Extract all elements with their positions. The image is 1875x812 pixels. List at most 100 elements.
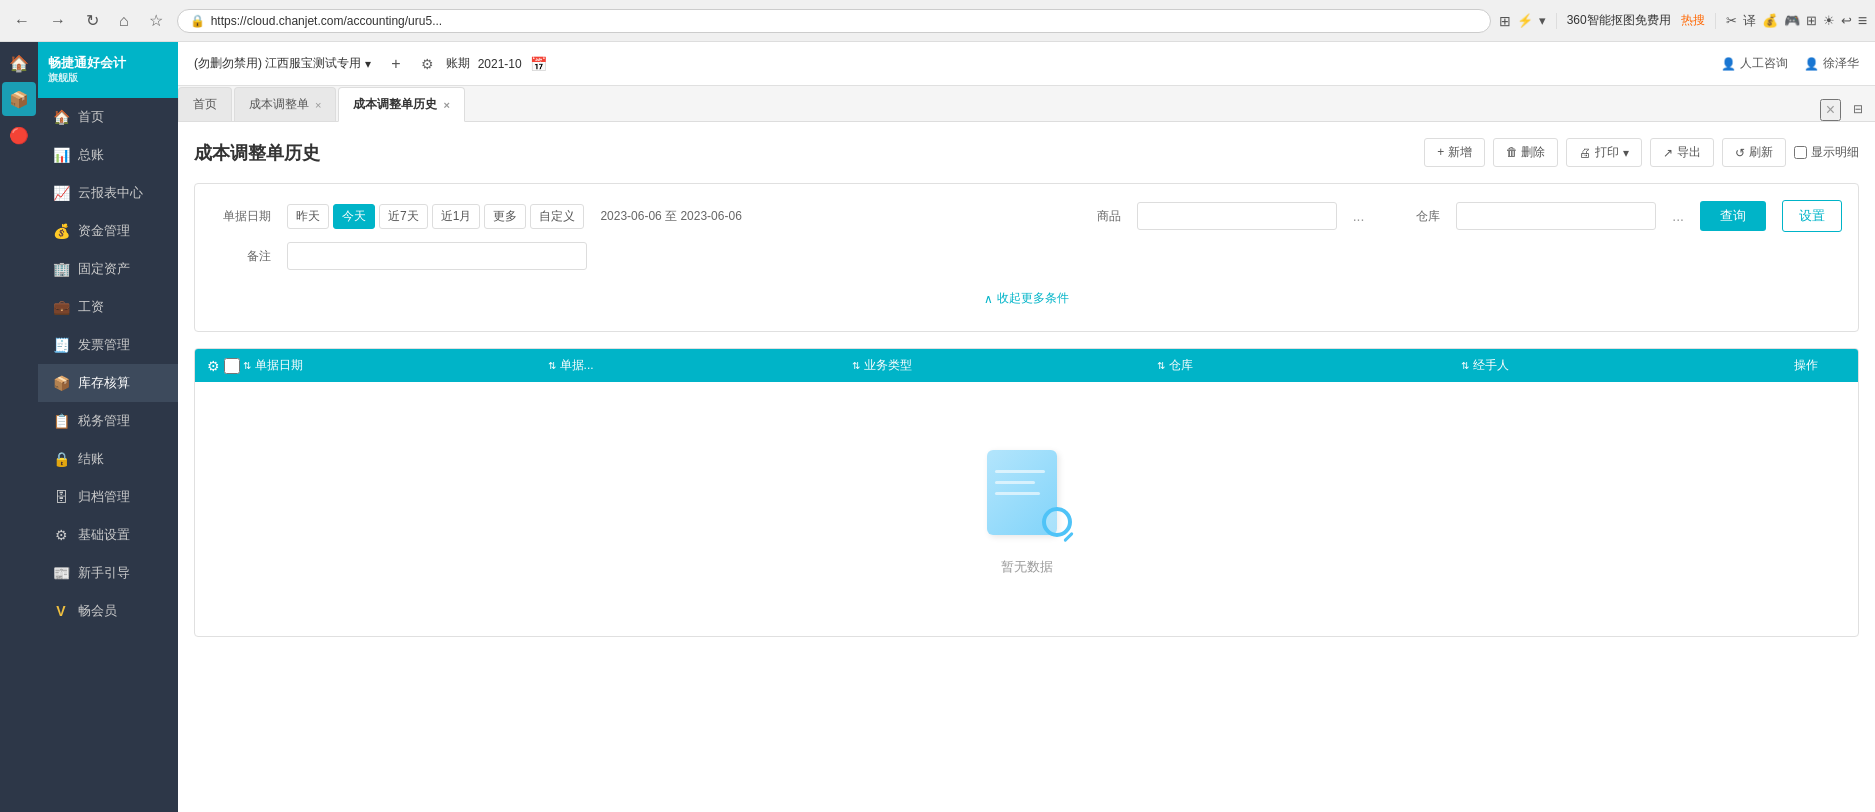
refresh-button[interactable]: ↺ 刷新 (1722, 138, 1786, 167)
scissors-icon[interactable]: ✂ (1726, 13, 1737, 28)
add-tab-button[interactable]: + (383, 53, 408, 75)
translate-icon[interactable]: 译 (1743, 12, 1756, 30)
sidebar-item-label-funds: 资金管理 (78, 222, 130, 240)
assets-icon: 🏢 (52, 261, 70, 277)
user-name[interactable]: 👤 徐泽华 (1804, 55, 1859, 72)
home-button[interactable]: ⌂ (113, 10, 135, 32)
menu-icon[interactable]: ≡ (1858, 12, 1867, 30)
sidebar-item-reports[interactable]: 📈 云报表中心 (38, 174, 178, 212)
print-icon: 🖨 (1579, 146, 1591, 160)
sidebar-icon-other[interactable]: 🔴 (2, 118, 36, 152)
sidebar-icon-home[interactable]: 🏠 (2, 46, 36, 80)
search-label: 360智能抠图免费用 (1567, 12, 1671, 29)
sidebar-item-funds[interactable]: 💰 资金管理 (38, 212, 178, 250)
empty-illustration (977, 442, 1077, 542)
sidebar-item-tax[interactable]: 📋 税务管理 (38, 402, 178, 440)
sidebar-item-home[interactable]: 🏠 首页 (38, 98, 178, 136)
table-header: ⚙ ⇅ 单据日期 ⇅ 单据... ⇅ 业务类型 (195, 349, 1858, 382)
period-value: 2021-10 (478, 57, 522, 71)
sidebar-item-payroll[interactable]: 💼 工资 (38, 288, 178, 326)
forward-button[interactable]: → (44, 10, 72, 32)
date-btn-more[interactable]: 更多 (484, 204, 526, 229)
sort-person-icon[interactable]: ⇅ (1461, 360, 1469, 371)
sort-asc-icon[interactable]: ⇅ (243, 360, 251, 371)
sidebar-item-archive[interactable]: 🗄 归档管理 (38, 478, 178, 516)
tax-icon: 📋 (52, 413, 70, 429)
warehouse-filter-dots[interactable]: ... (1672, 208, 1684, 224)
settings-gear-icon[interactable]: ⚙ (421, 56, 434, 72)
company-select[interactable]: (勿删勿禁用) 江西服宝测试专用 ▾ (194, 55, 371, 72)
refresh-label: 刷新 (1749, 144, 1773, 161)
sidebar-item-general-ledger[interactable]: 📊 总账 (38, 136, 178, 174)
sidebar-item-inventory[interactable]: 📦 库存核算 (38, 364, 178, 402)
doc-line-2 (995, 481, 1035, 484)
filter-collapse-btn[interactable]: ∧ 收起更多条件 (211, 282, 1842, 315)
back-button[interactable]: ← (8, 10, 36, 32)
export-label: 导出 (1677, 144, 1701, 161)
empty-text: 暂无数据 (1001, 558, 1053, 576)
address-bar[interactable]: 🔒 https://cloud.chanjet.com/accounting/u… (177, 9, 1491, 33)
ledger-icon: 📊 (52, 147, 70, 163)
star-button[interactable]: ☆ (143, 9, 169, 32)
theme-icon[interactable]: ☀ (1823, 13, 1835, 28)
sort-type-icon[interactable]: ⇅ (852, 360, 860, 371)
close-all-button[interactable]: × (1820, 99, 1841, 121)
undo-icon[interactable]: ↩ (1841, 13, 1852, 28)
sidebar-item-label-inventory: 库存核算 (78, 374, 130, 392)
tab-home-label: 首页 (193, 96, 217, 113)
sidebar-nav: 畅捷通好会计 旗舰版 🏠 首页 📊 总账 📈 云报表中心 💰 资金管理 (38, 42, 178, 812)
game-icon[interactable]: 🎮 (1784, 13, 1800, 28)
tab-cost-adjust-close[interactable]: × (315, 99, 321, 111)
tab-cost-adjust[interactable]: 成本调整单 × (234, 87, 336, 121)
col-warehouse-label: 仓库 (1169, 357, 1193, 374)
gear-column-icon[interactable]: ⚙ (207, 358, 220, 374)
col-type-label: 业务类型 (864, 357, 912, 374)
select-all-checkbox[interactable] (224, 358, 240, 374)
date-btn-today[interactable]: 今天 (333, 204, 375, 229)
date-btn-yesterday[interactable]: 昨天 (287, 204, 329, 229)
url-text: https://cloud.chanjet.com/accounting/uru… (211, 14, 442, 28)
sidebar-item-fixed-assets[interactable]: 🏢 固定资产 (38, 250, 178, 288)
new-button[interactable]: + 新增 (1424, 138, 1484, 167)
sidebar-item-member[interactable]: V 畅会员 (38, 592, 178, 630)
collapse-button[interactable]: ⊟ (1841, 97, 1875, 121)
goods-filter-dots[interactable]: ... (1353, 208, 1365, 224)
tab-cost-adjust-history-close[interactable]: × (443, 99, 449, 111)
apps-icon[interactable]: ⊞ (1806, 13, 1817, 28)
sort-number-icon[interactable]: ⇅ (548, 360, 556, 371)
query-button[interactable]: 查询 (1700, 201, 1766, 231)
calendar-icon[interactable]: 📅 (530, 56, 547, 72)
sidebar-item-settings[interactable]: ⚙ 基础设置 (38, 516, 178, 554)
wallet-icon[interactable]: 💰 (1762, 13, 1778, 28)
lightning-icon[interactable]: ⚡ (1517, 13, 1533, 28)
col-warehouse: ⇅ 仓库 (1157, 357, 1462, 374)
date-btn-custom[interactable]: 自定义 (530, 204, 584, 229)
goods-filter-input[interactable] (1137, 202, 1337, 230)
sidebar-item-label-closing: 结账 (78, 450, 104, 468)
sidebar-item-closing[interactable]: 🔒 结账 (38, 440, 178, 478)
tab-cost-adjust-history[interactable]: 成本调整单历史 × (338, 87, 464, 122)
reload-button[interactable]: ↻ (80, 9, 105, 32)
setting-button[interactable]: 设置 (1782, 200, 1842, 232)
sidebar-item-invoice[interactable]: 🧾 发票管理 (38, 326, 178, 364)
sidebar-item-label-home: 首页 (78, 108, 104, 126)
funds-icon: 💰 (52, 223, 70, 239)
sidebar-item-label-payroll: 工资 (78, 298, 104, 316)
dropdown-icon[interactable]: ▾ (1539, 13, 1546, 28)
sidebar-item-guide[interactable]: 📰 新手引导 (38, 554, 178, 592)
sort-warehouse-icon[interactable]: ⇅ (1157, 360, 1165, 371)
delete-button[interactable]: 🗑 删除 (1493, 138, 1558, 167)
filter-row-notes: 备注 (211, 242, 1842, 270)
print-button[interactable]: 🖨 打印 ▾ (1566, 138, 1642, 167)
notes-filter-input[interactable] (287, 242, 587, 270)
warehouse-filter-input[interactable] (1456, 202, 1656, 230)
display-toggle-checkbox[interactable] (1794, 146, 1807, 159)
tab-home[interactable]: 首页 (178, 87, 232, 121)
sidebar-icon-active[interactable]: 📦 (2, 82, 36, 116)
sidebar-item-label-settings: 基础设置 (78, 526, 130, 544)
date-btn-7days[interactable]: 近7天 (379, 204, 428, 229)
export-button[interactable]: ↗ 导出 (1650, 138, 1714, 167)
grid-icon[interactable]: ⊞ (1499, 13, 1511, 29)
user-service[interactable]: 👤 人工咨询 (1721, 55, 1788, 72)
date-btn-1month[interactable]: 近1月 (432, 204, 481, 229)
